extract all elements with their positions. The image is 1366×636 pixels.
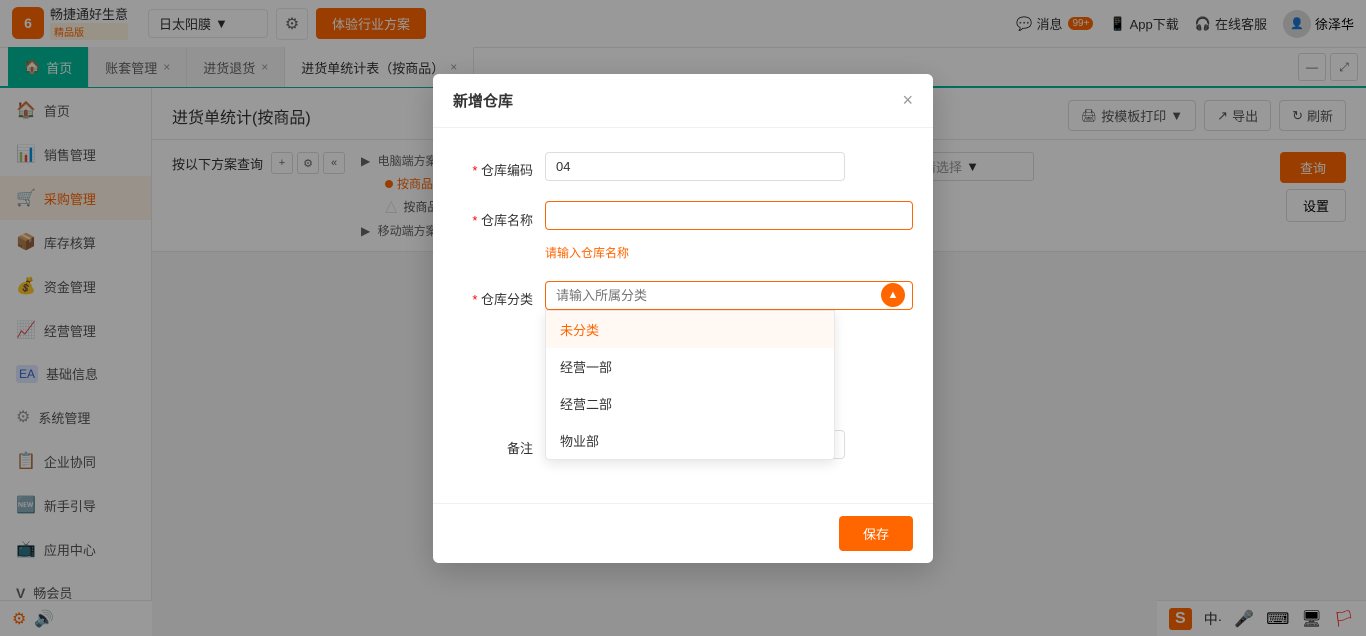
- warehouse-name-input[interactable]: [545, 201, 913, 230]
- warehouse-category-row: 仓库分类 ▲ 未分类 经营一部 经营二部: [453, 281, 913, 310]
- warehouse-name-row: 仓库名称 请输入仓库名称: [453, 201, 913, 261]
- modal-header: 新增仓库 ×: [433, 74, 933, 128]
- modal-title: 新增仓库: [453, 90, 513, 111]
- dropdown-item-property[interactable]: 物业部: [546, 422, 834, 459]
- warehouse-name-label: 仓库名称: [453, 202, 533, 229]
- warehouse-category-label: 仓库分类: [453, 281, 533, 308]
- modal-body: 仓库编码 仓库名称 请输入仓库名称: [433, 128, 933, 503]
- modal-overlay[interactable]: 新增仓库 × 仓库编码 仓库名称: [0, 0, 1366, 636]
- dropdown-item-dept1[interactable]: 经营一部: [546, 348, 834, 385]
- warehouse-code-input[interactable]: [545, 152, 845, 181]
- warehouse-name-error: 请输入仓库名称: [545, 246, 629, 260]
- note-label: 备注: [453, 430, 533, 457]
- modal-close-button[interactable]: ×: [902, 90, 913, 111]
- select-up-arrow-icon[interactable]: ▲: [881, 283, 905, 307]
- modal-footer: 保存: [433, 503, 933, 563]
- new-warehouse-modal: 新增仓库 × 仓库编码 仓库名称: [433, 74, 933, 563]
- warehouse-code-label: 仓库编码: [453, 152, 533, 179]
- warehouse-category-select-wrapper: ▲ 未分类 经营一部 经营二部 物业部: [545, 281, 913, 310]
- dropdown-item-dept2[interactable]: 经营二部: [546, 385, 834, 422]
- category-dropdown: 未分类 经营一部 经营二部 物业部: [545, 310, 835, 460]
- warehouse-code-row: 仓库编码: [453, 152, 913, 181]
- warehouse-category-input[interactable]: [545, 281, 913, 310]
- dropdown-item-unclassified[interactable]: 未分类: [546, 311, 834, 348]
- save-button[interactable]: 保存: [839, 516, 913, 551]
